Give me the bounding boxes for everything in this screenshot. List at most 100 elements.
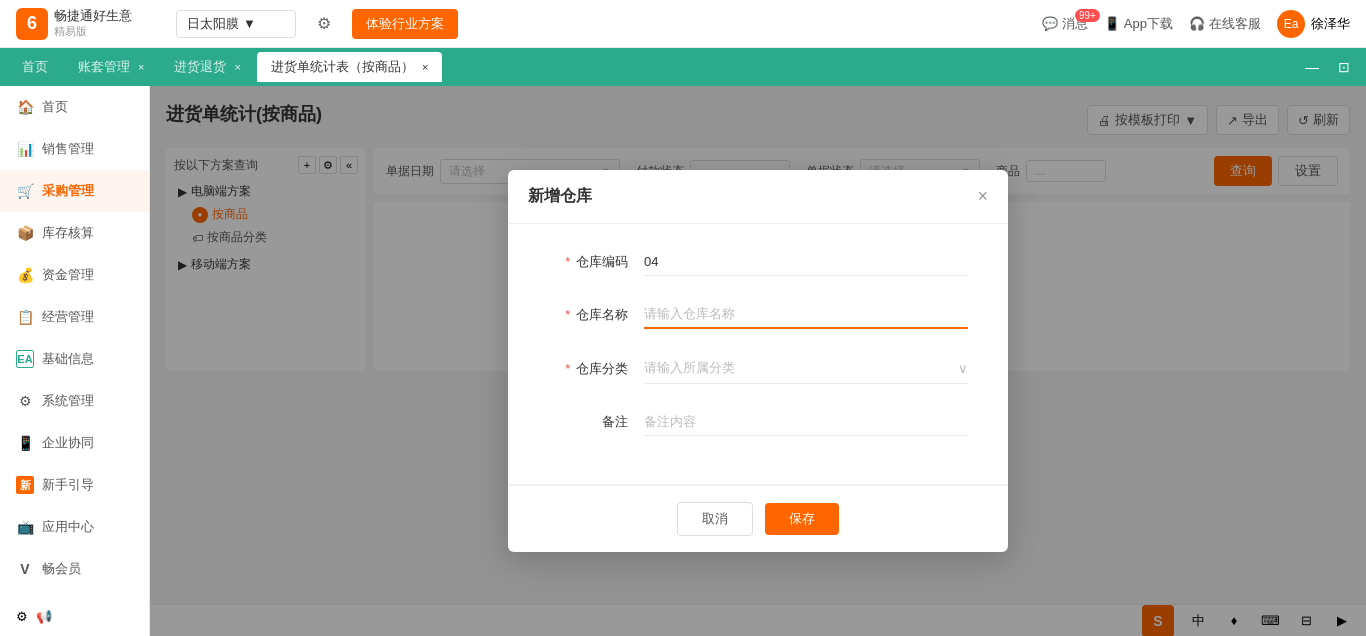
sidebar-item-finance[interactable]: 💰 资金管理 xyxy=(0,254,149,296)
avatar: Ea xyxy=(1277,10,1305,38)
brand-sub: 精易版 xyxy=(54,24,132,39)
sidebar-item-member[interactable]: V 畅会员 xyxy=(0,548,149,590)
message-badge: 99+ xyxy=(1075,9,1100,22)
sidebar-item-guide[interactable]: 新 新手引导 xyxy=(0,464,149,506)
tab-minimize-button[interactable]: — xyxy=(1298,53,1326,81)
tab-stats-label: 进货单统计表（按商品） xyxy=(271,58,414,76)
form-row-code: * 仓库编码 xyxy=(548,248,968,276)
brand-name: 畅捷通好生意 xyxy=(54,8,132,25)
system-icon: ⚙ xyxy=(16,392,34,410)
sidebar-collab-label: 企业协同 xyxy=(42,434,94,452)
headset-icon: 🎧 xyxy=(1189,16,1205,31)
inventory-icon: 📦 xyxy=(16,224,34,242)
cancel-button[interactable]: 取消 xyxy=(677,502,753,536)
base-info-icon: EA xyxy=(16,350,34,368)
purchase-icon: 🛒 xyxy=(16,182,34,200)
operations-icon: 📋 xyxy=(16,308,34,326)
modal-title: 新增仓库 xyxy=(528,186,592,207)
tab-return-close[interactable]: × xyxy=(234,61,240,73)
guide-icon: 新 xyxy=(16,476,34,494)
tab-account-close[interactable]: × xyxy=(138,61,144,73)
content-area: 进货单统计(按商品) 🖨 按模板打印 ▼ ↗ 导出 ↺ 刷新 xyxy=(150,86,1366,636)
store-name: 日太阳膜 xyxy=(187,15,239,33)
tab-maximize-button[interactable]: ⊡ xyxy=(1330,53,1358,81)
warehouse-code-input[interactable] xyxy=(644,248,968,276)
sidebar-item-apps[interactable]: 📺 应用中心 xyxy=(0,506,149,548)
tab-return[interactable]: 进货退货 × xyxy=(160,52,254,82)
sidebar-bottom: ⚙ 📢 xyxy=(0,597,149,636)
sidebar-item-purchase[interactable]: 🛒 采购管理 xyxy=(0,170,149,212)
required-star-category: * xyxy=(565,361,570,376)
tab-stats-close[interactable]: × xyxy=(422,61,428,73)
collab-icon: 📱 xyxy=(16,434,34,452)
sidebar-home-label: 首页 xyxy=(42,98,68,116)
form-row-name: * 仓库名称 xyxy=(548,300,968,329)
top-header: 6 畅捷通好生意 精易版 日太阳膜 ▼ ⚙ 体验行业方案 💬 消息 99+ 📱 … xyxy=(0,0,1366,48)
sidebar-item-home[interactable]: 🏠 首页 xyxy=(0,86,149,128)
settings-icon-bottom[interactable]: ⚙ xyxy=(16,609,28,624)
warehouse-category-placeholder: 请输入所属分类 xyxy=(644,359,735,377)
warehouse-category-select[interactable]: 请输入所属分类 ∨ xyxy=(644,353,968,384)
modal-header: 新增仓库 × xyxy=(508,170,1008,224)
sidebar: 🏠 首页 📊 销售管理 🛒 采购管理 📦 库存核算 💰 资金管理 📋 经营管理 … xyxy=(0,86,150,636)
online-service-button[interactable]: 🎧 在线客服 xyxy=(1189,15,1261,33)
service-label: 在线客服 xyxy=(1209,15,1261,33)
modal-body: * 仓库编码 * 仓库名称 xyxy=(508,224,1008,484)
sidebar-member-label: 畅会员 xyxy=(42,560,81,578)
sidebar-inventory-label: 库存核算 xyxy=(42,224,94,242)
modal-overlay: 新增仓库 × * 仓库编码 * xyxy=(150,86,1366,636)
sidebar-base-info-label: 基础信息 xyxy=(42,350,94,368)
sidebar-item-inventory[interactable]: 📦 库存核算 xyxy=(0,212,149,254)
sidebar-sales-label: 销售管理 xyxy=(42,140,94,158)
sidebar-finance-label: 资金管理 xyxy=(42,266,94,284)
sales-icon: 📊 xyxy=(16,140,34,158)
store-selector[interactable]: 日太阳膜 ▼ xyxy=(176,10,296,38)
tab-stats[interactable]: 进货单统计表（按商品） × xyxy=(257,52,442,82)
gear-button[interactable]: ⚙ xyxy=(308,8,340,40)
required-star-name: * xyxy=(565,307,570,322)
message-icon: 💬 xyxy=(1042,16,1058,31)
sidebar-guide-label: 新手引导 xyxy=(42,476,94,494)
finance-icon: 💰 xyxy=(16,266,34,284)
user-area[interactable]: Ea 徐泽华 xyxy=(1277,10,1350,38)
sidebar-item-system[interactable]: ⚙ 系统管理 xyxy=(0,380,149,422)
tab-return-label: 进货退货 xyxy=(174,58,226,76)
sidebar-purchase-label: 采购管理 xyxy=(42,182,94,200)
sidebar-item-base-info[interactable]: EA 基础信息 xyxy=(0,338,149,380)
warehouse-category-label: * 仓库分类 xyxy=(548,360,628,378)
sidebar-operations-label: 经营管理 xyxy=(42,308,94,326)
app-download-button[interactable]: 📱 App下载 xyxy=(1104,15,1173,33)
tab-home-label: 首页 xyxy=(22,58,48,76)
sidebar-item-operations[interactable]: 📋 经营管理 xyxy=(0,296,149,338)
sidebar-item-collab[interactable]: 📱 企业协同 xyxy=(0,422,149,464)
modal-footer: 取消 保存 xyxy=(508,485,1008,552)
chevron-down-icon: ▼ xyxy=(243,16,256,31)
speaker-icon-bottom[interactable]: 📢 xyxy=(36,609,52,624)
sidebar-apps-label: 应用中心 xyxy=(42,518,94,536)
modal-close-button[interactable]: × xyxy=(977,186,988,207)
app-logo-icon: 6 xyxy=(16,8,48,40)
warehouse-code-label: * 仓库编码 xyxy=(548,253,628,271)
warehouse-name-label: * 仓库名称 xyxy=(548,306,628,324)
brand-info: 畅捷通好生意 精易版 xyxy=(54,8,132,40)
logo-area: 6 畅捷通好生意 精易版 xyxy=(16,8,164,40)
user-name: 徐泽华 xyxy=(1311,15,1350,33)
home-icon: 🏠 xyxy=(16,98,34,116)
save-button[interactable]: 保存 xyxy=(765,503,839,535)
tab-home[interactable]: 首页 xyxy=(8,52,62,82)
tab-account[interactable]: 账套管理 × xyxy=(64,52,158,82)
main-layout: 🏠 首页 📊 销售管理 🛒 采购管理 📦 库存核算 💰 资金管理 📋 经营管理 … xyxy=(0,86,1366,636)
app-download-label: App下载 xyxy=(1124,15,1173,33)
apps-icon: 📺 xyxy=(16,518,34,536)
sidebar-system-label: 系统管理 xyxy=(42,392,94,410)
tab-actions: — ⊡ xyxy=(1298,53,1358,81)
trial-button[interactable]: 体验行业方案 xyxy=(352,9,458,39)
remark-input[interactable] xyxy=(644,408,968,436)
required-star-code: * xyxy=(565,254,570,269)
form-row-remark: 备注 xyxy=(548,408,968,436)
warehouse-name-input[interactable] xyxy=(644,300,968,329)
message-button[interactable]: 💬 消息 99+ xyxy=(1042,15,1088,33)
form-row-category: * 仓库分类 请输入所属分类 ∨ xyxy=(548,353,968,384)
sidebar-item-sales[interactable]: 📊 销售管理 xyxy=(0,128,149,170)
remark-label: 备注 xyxy=(548,413,628,431)
